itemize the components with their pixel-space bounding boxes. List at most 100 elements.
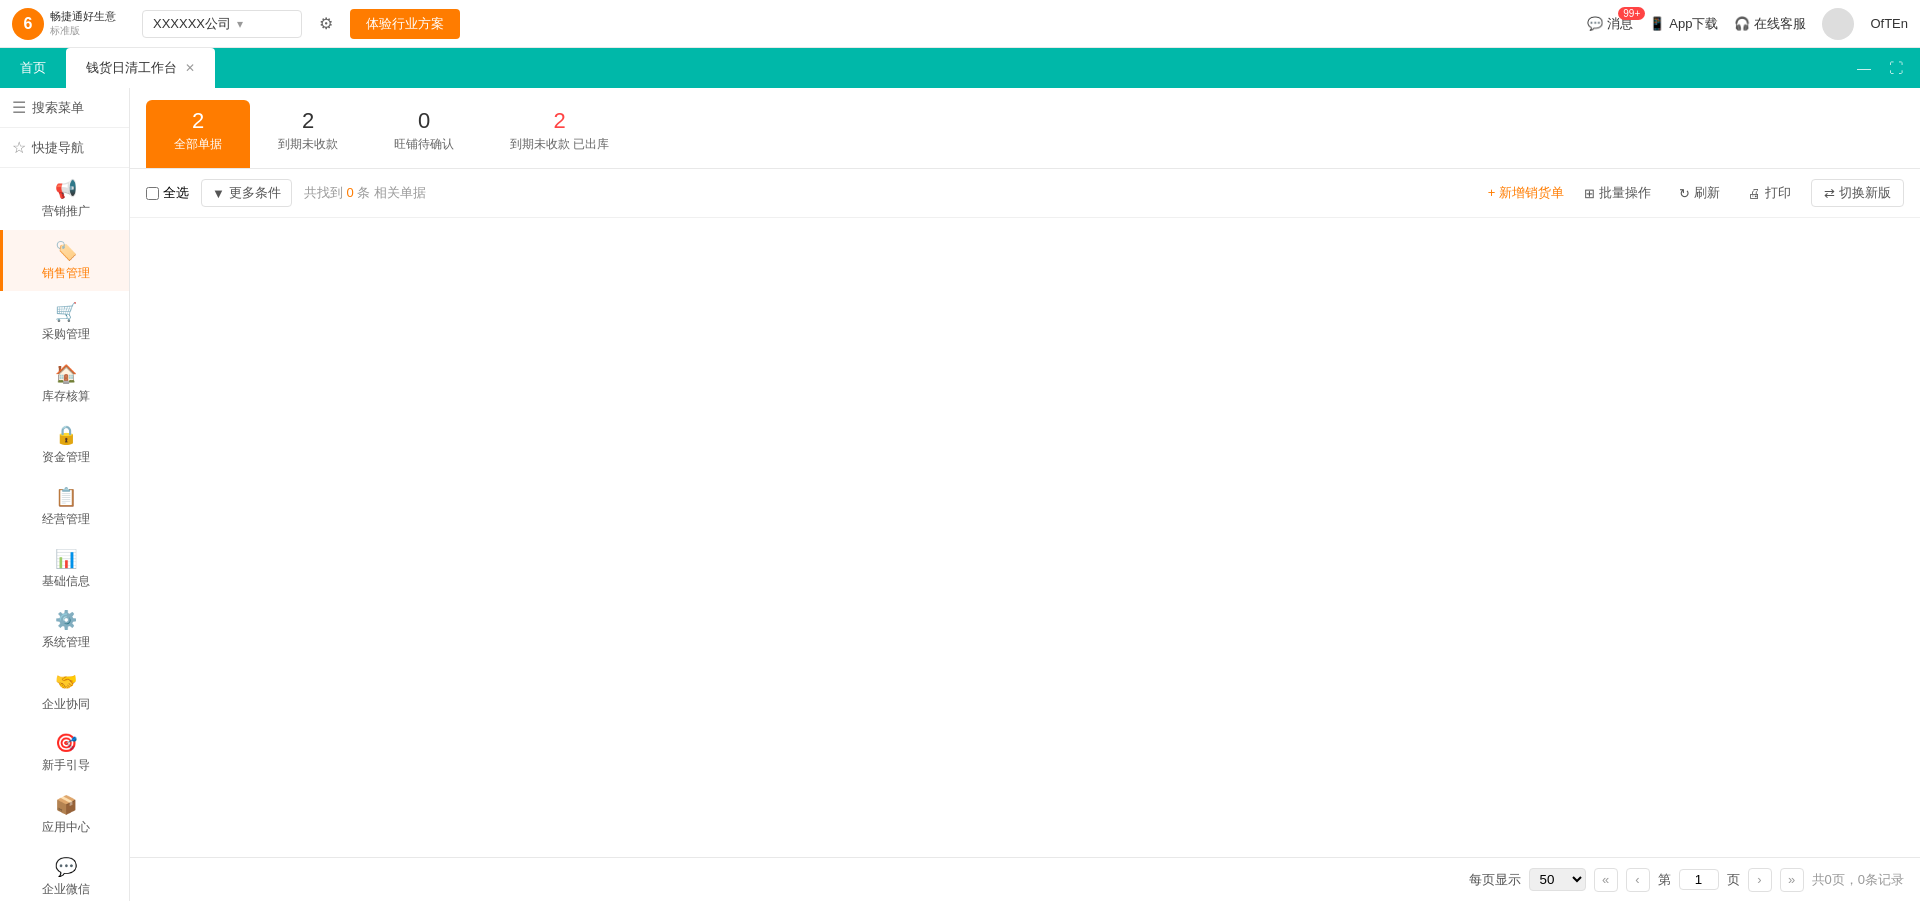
found-suffix: 条 相关单据 xyxy=(357,185,426,200)
stat-tab-pending[interactable]: 0 旺铺待确认 xyxy=(366,100,482,168)
search-icon: ☰ xyxy=(12,98,26,117)
per-page-label: 每页显示 xyxy=(1469,871,1521,889)
refresh-button[interactable]: ↻ 刷新 xyxy=(1671,180,1728,206)
app-download-button[interactable]: 📱 App下载 xyxy=(1649,15,1718,33)
tab-workbench[interactable]: 钱货日清工作台 ✕ xyxy=(66,48,215,88)
batch-label: 批量操作 xyxy=(1599,184,1651,202)
sidebar-item-app-center[interactable]: 📦 应用中心 xyxy=(0,784,129,846)
filter-label: 更多条件 xyxy=(229,184,281,202)
stat-pending-label: 旺铺待确认 xyxy=(394,136,454,153)
select-all-checkbox[interactable]: 全选 xyxy=(146,184,189,202)
new-sale-button[interactable]: + 新增销货单 xyxy=(1488,184,1564,202)
inventory-icon: 🏠 xyxy=(55,363,77,385)
switch-version-button[interactable]: ⇄ 切换新版 xyxy=(1811,179,1904,207)
sidebar-item-guide[interactable]: 🎯 新手引导 xyxy=(0,722,129,784)
page-input[interactable] xyxy=(1679,869,1719,890)
stat-pending-num: 0 xyxy=(418,108,430,134)
tab-home[interactable]: 首页 xyxy=(0,48,66,88)
prev-page-button[interactable]: ‹ xyxy=(1626,868,1650,892)
message-button[interactable]: 💬 消息 99+ xyxy=(1587,15,1633,33)
toolbar-right: + 新增销货单 ⊞ 批量操作 ↻ 刷新 🖨 打印 ⇄ xyxy=(1488,179,1904,207)
switch-label: 切换新版 xyxy=(1839,184,1891,202)
content-inner: 2 全部单据 2 到期未收款 0 旺铺待确认 2 到期未收款 已出库 xyxy=(130,88,1920,901)
last-page-button[interactable]: » xyxy=(1780,868,1804,892)
finance-icon: 🔒 xyxy=(55,424,77,446)
per-page-select[interactable]: 50 100 200 xyxy=(1529,868,1586,891)
refresh-label: 刷新 xyxy=(1694,184,1720,202)
online-service-button[interactable]: 🎧 在线客服 xyxy=(1734,15,1806,33)
stat-all-num: 2 xyxy=(192,108,204,134)
filter-button[interactable]: ▼ 更多条件 xyxy=(201,179,292,207)
username[interactable]: OfTEn xyxy=(1870,16,1908,31)
sidebar-item-finance[interactable]: 🔒 资金管理 xyxy=(0,414,129,476)
sidebar-item-purchase[interactable]: 🛒 采购管理 xyxy=(0,291,129,353)
batch-button[interactable]: ⊞ 批量操作 xyxy=(1576,180,1659,206)
print-icon: 🖨 xyxy=(1748,186,1761,201)
search-menu-button[interactable]: ☰ 搜索菜单 xyxy=(0,88,129,128)
purchase-icon: 🛒 xyxy=(55,301,77,323)
basic-icon: 📊 xyxy=(55,548,77,570)
found-count: 0 xyxy=(347,185,354,200)
company-selector[interactable]: XXXXXX公司 ▾ xyxy=(142,10,302,38)
chevron-down-icon: ▾ xyxy=(237,17,243,31)
service-icon: 🎧 xyxy=(1734,16,1750,31)
user-avatar[interactable] xyxy=(1822,8,1854,40)
sidebar-item-system[interactable]: ⚙️ 系统管理 xyxy=(0,599,129,661)
sidebar-item-marketing[interactable]: 📢 营销推广 xyxy=(0,168,129,230)
refresh-icon: ↻ xyxy=(1679,186,1690,201)
system-icon: ⚙️ xyxy=(55,609,77,631)
tab-workbench-label: 钱货日清工作台 xyxy=(86,59,177,77)
marketing-icon: 📢 xyxy=(55,178,77,200)
settings-button[interactable]: ⚙ xyxy=(310,8,342,40)
operation-icon: 📋 xyxy=(55,486,77,508)
found-prefix: 共找到 xyxy=(304,185,343,200)
header-right: 💬 消息 99+ 📱 App下载 🎧 在线客服 OfTEn xyxy=(1587,8,1908,40)
tab-controls: — ⛶ xyxy=(1852,56,1920,80)
top-header: 6 畅捷通好生意 标准版 XXXXXX公司 ▾ ⚙ 体验行业方案 💬 消息 99… xyxy=(0,0,1920,48)
sidebar-item-inventory[interactable]: 🏠 库存核算 xyxy=(0,353,129,415)
star-icon: ☆ xyxy=(12,138,26,157)
print-button[interactable]: 🖨 打印 xyxy=(1740,180,1799,206)
stat-overdue-out-label: 到期未收款 已出库 xyxy=(510,136,609,153)
app-subtitle: 标准版 xyxy=(50,24,116,38)
cooperation-icon: 🤝 xyxy=(55,671,77,693)
select-all-label: 全选 xyxy=(163,184,189,202)
sidebar-item-guide-label: 新手引导 xyxy=(42,758,90,774)
sidebar-item-sales-label: 销售管理 xyxy=(42,266,90,282)
tab-close-icon[interactable]: ✕ xyxy=(185,61,195,75)
first-page-button[interactable]: « xyxy=(1594,868,1618,892)
sidebar-item-basic-label: 基础信息 xyxy=(42,574,90,590)
sidebar-item-wechat[interactable]: 💬 企业微信 xyxy=(0,846,129,901)
experience-button[interactable]: 体验行业方案 xyxy=(350,9,460,39)
found-text: 共找到 0 条 相关单据 xyxy=(304,184,426,202)
sidebar-item-inventory-label: 库存核算 xyxy=(42,389,90,405)
message-badge: 99+ xyxy=(1618,7,1645,20)
stat-overdue-num: 2 xyxy=(302,108,314,134)
wechat-icon: 💬 xyxy=(55,856,77,878)
stat-tab-all[interactable]: 2 全部单据 xyxy=(146,100,250,168)
sidebar-item-purchase-label: 采购管理 xyxy=(42,327,90,343)
sidebar-item-cooperation[interactable]: 🤝 企业协同 xyxy=(0,661,129,723)
sidebar-item-finance-label: 资金管理 xyxy=(42,450,90,466)
quick-nav-button[interactable]: ☆ 快捷导航 xyxy=(0,128,129,168)
sidebar-item-sales[interactable]: 🏷️ 销售管理 xyxy=(0,230,129,292)
stat-tab-overdue[interactable]: 2 到期未收款 xyxy=(250,100,366,168)
sidebar-item-basic[interactable]: 📊 基础信息 xyxy=(0,538,129,600)
tab-minimize-button[interactable]: — xyxy=(1852,56,1876,80)
tab-maximize-button[interactable]: ⛶ xyxy=(1884,56,1908,80)
sidebar-item-cooperation-label: 企业协同 xyxy=(42,697,90,713)
stat-tab-overdue-out[interactable]: 2 到期未收款 已出库 xyxy=(482,100,637,168)
next-page-button[interactable]: › xyxy=(1748,868,1772,892)
sidebar-item-operation-label: 经营管理 xyxy=(42,512,90,528)
sidebar-item-operation[interactable]: 📋 经营管理 xyxy=(0,476,129,538)
total-info: 共0页，0条记录 xyxy=(1812,871,1904,889)
sidebar: ☰ 搜索菜单 ☆ 快捷导航 📢 营销推广 🏷️ 销售管理 🛒 采购管理 🏠 库存… xyxy=(0,88,130,901)
select-all-input[interactable] xyxy=(146,187,159,200)
tab-home-label: 首页 xyxy=(20,59,46,77)
download-icon: 📱 xyxy=(1649,16,1665,31)
guide-icon: 🎯 xyxy=(55,732,77,754)
sidebar-item-system-label: 系统管理 xyxy=(42,635,90,651)
search-menu-label: 搜索菜单 xyxy=(32,99,84,117)
logo-area: 6 畅捷通好生意 标准版 xyxy=(12,8,142,40)
online-service-label: 在线客服 xyxy=(1754,15,1806,33)
